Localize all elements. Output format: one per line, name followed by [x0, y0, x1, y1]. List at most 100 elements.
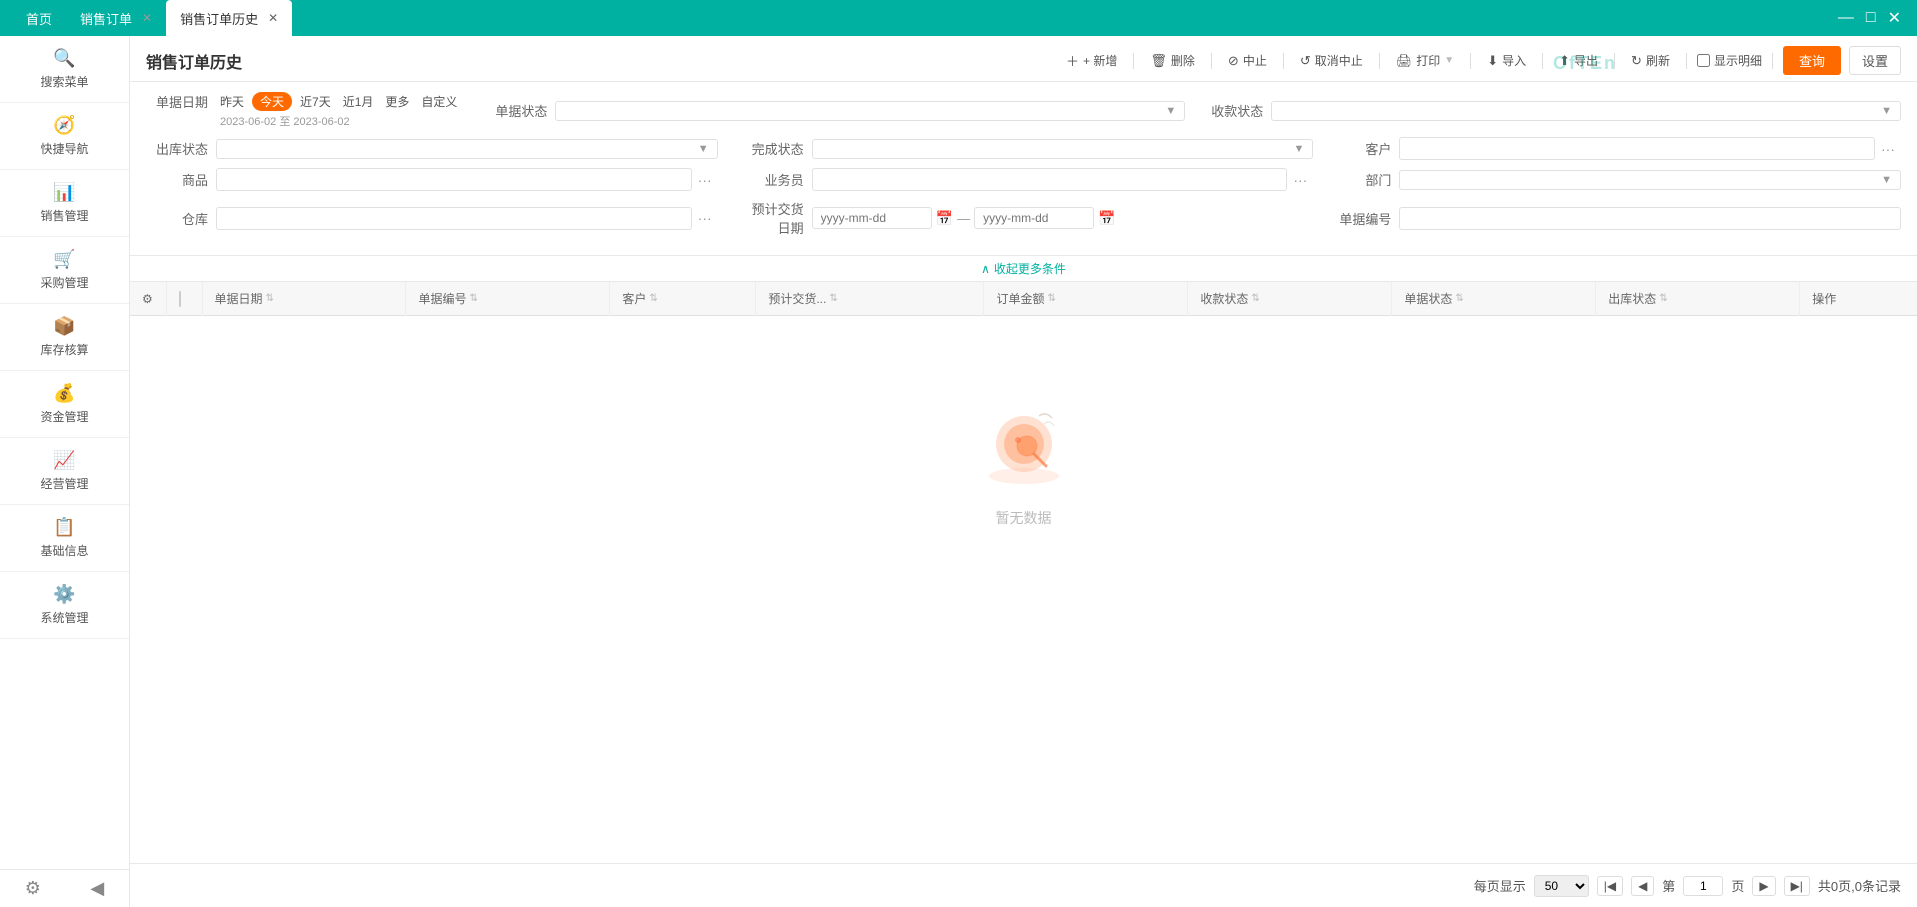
sidebar-item-quick-nav[interactable]: 🧭 快捷导航: [0, 103, 129, 170]
import-icon: ⬇: [1487, 53, 1498, 69]
warehouse-dots[interactable]: ···: [692, 210, 718, 226]
display-toggle[interactable]: 显示明细: [1697, 52, 1762, 69]
th-customer[interactable]: 客户 ⇅: [610, 282, 756, 316]
th-date[interactable]: 单据日期 ⇅: [202, 282, 406, 316]
table-settings-header[interactable]: ⚙: [130, 282, 166, 316]
sort-number-icon: ⇅: [469, 293, 477, 304]
calendar-from-icon[interactable]: 📅: [936, 210, 953, 227]
warehouse-input[interactable]: [216, 207, 692, 230]
out-status-select[interactable]: ▼: [216, 139, 718, 159]
next-page-button[interactable]: ▶: [1752, 876, 1775, 896]
th-payment-status[interactable]: 收款状态 ⇅: [1188, 282, 1392, 316]
sidebar-collapse-button[interactable]: ◀: [90, 878, 104, 899]
bill-status-arrow: ▼: [1165, 105, 1176, 117]
sidebar-item-finance[interactable]: 💰 资金管理: [0, 371, 129, 438]
bill-status-select[interactable]: ▼: [555, 101, 1185, 121]
calendar-to-icon[interactable]: 📅: [1098, 210, 1115, 227]
sidebar-item-operations[interactable]: 📈 经营管理: [0, 438, 129, 505]
payment-status-select[interactable]: ▼: [1271, 101, 1901, 121]
select-all-checkbox[interactable]: [179, 291, 181, 307]
settings-button[interactable]: 设置: [1849, 46, 1901, 75]
btn-more[interactable]: 更多: [381, 92, 413, 111]
sidebar-item-basic-info[interactable]: 📋 基础信息: [0, 505, 129, 572]
th-date-label: 单据日期: [215, 290, 263, 307]
complete-status-select[interactable]: ▼: [812, 139, 1314, 159]
print-icon: 🖨: [1396, 53, 1413, 69]
th-expected-date[interactable]: 预计交货... ⇅: [756, 282, 984, 316]
export-button[interactable]: ⬆ 导出: [1553, 48, 1604, 73]
tab-home[interactable]: 首页: [12, 0, 66, 36]
table-settings-icon: ⚙: [142, 292, 153, 306]
th-number[interactable]: 单据编号 ⇅: [406, 282, 610, 316]
customer-input[interactable]: [1399, 137, 1875, 160]
btn-custom[interactable]: 自定义: [417, 92, 461, 111]
maximize-button[interactable]: □: [1862, 5, 1880, 31]
first-page-button[interactable]: |◀: [1597, 876, 1623, 896]
sidebar-item-search-menu[interactable]: 🔍 搜索菜单: [0, 36, 129, 103]
prev-page-button[interactable]: ◀: [1631, 876, 1654, 896]
page-title: 销售订单历史: [146, 49, 242, 73]
payment-status-arrow: ▼: [1881, 105, 1892, 117]
btn-1month[interactable]: 近1月: [339, 92, 378, 111]
stop-button[interactable]: ⊘ 中止: [1222, 48, 1273, 73]
collapse-row[interactable]: ∧ 收起更多条件: [130, 256, 1917, 282]
sidebar-item-inventory[interactable]: 📦 库存核算: [0, 304, 129, 371]
minimize-button[interactable]: —: [1834, 5, 1858, 31]
sidebar-settings-button[interactable]: ⚙: [25, 878, 41, 899]
th-bill-status[interactable]: 单据状态 ⇅: [1392, 282, 1596, 316]
sidebar-item-system[interactable]: ⚙️ 系统管理: [0, 572, 129, 639]
department-select[interactable]: ▼: [1399, 170, 1901, 190]
out-status-label: 出库状态: [146, 139, 216, 158]
page-header: 销售订单历史 ＋ + 新增 🗑 删除 ⊘ 中止 ↺: [130, 36, 1917, 82]
btn-today[interactable]: 今天: [252, 92, 292, 111]
close-window-button[interactable]: ✕: [1884, 4, 1905, 32]
btn-yesterday[interactable]: 昨天: [216, 92, 248, 111]
display-checkbox[interactable]: [1697, 54, 1710, 67]
empty-text: 暂无数据: [996, 508, 1052, 528]
btn-7days[interactable]: 近7天: [296, 92, 335, 111]
sidebar-item-purchase[interactable]: 🛒 采购管理: [0, 237, 129, 304]
print-button[interactable]: 🖨 打印 ▼: [1390, 48, 1460, 73]
new-button[interactable]: ＋ + 新增: [1060, 47, 1123, 74]
product-dots[interactable]: ···: [692, 172, 718, 188]
last-page-button[interactable]: ▶|: [1784, 876, 1810, 896]
divider5: [1470, 53, 1471, 69]
customer-dots[interactable]: ···: [1875, 141, 1901, 157]
query-button[interactable]: 查询: [1783, 46, 1841, 75]
tab-sales-order[interactable]: 销售订单 ✕: [66, 0, 166, 36]
refresh-button[interactable]: ↻ 刷新: [1625, 48, 1676, 73]
system-icon: ⚙️: [53, 584, 75, 605]
payment-status-label: 收款状态: [1201, 101, 1271, 120]
total-label: 共0页,0条记录: [1818, 876, 1901, 895]
table-check-header[interactable]: [166, 282, 202, 316]
product-label: 商品: [146, 170, 216, 189]
expected-date-to[interactable]: [974, 207, 1094, 229]
delete-button[interactable]: 🗑 删除: [1144, 48, 1201, 73]
sidebar-item-sales[interactable]: 📊 销售管理: [0, 170, 129, 237]
page-input[interactable]: [1683, 876, 1723, 896]
close-sales-order-tab[interactable]: ✕: [142, 11, 152, 25]
cancel-stop-button[interactable]: ↺ 取消中止: [1294, 48, 1369, 73]
search-menu-icon: 🔍: [53, 48, 75, 69]
new-icon: ＋: [1066, 51, 1079, 70]
divider6: [1542, 53, 1543, 69]
th-amount[interactable]: 订单金额 ⇅: [984, 282, 1188, 316]
close-sales-history-tab[interactable]: ✕: [268, 11, 278, 25]
tab-sales-history[interactable]: 销售订单历史 ✕: [166, 0, 292, 36]
per-page-select[interactable]: 50 20 100 200: [1534, 875, 1589, 897]
department-label: 部门: [1329, 170, 1399, 189]
sidebar-label-quick-nav: 快捷导航: [40, 140, 88, 157]
salesperson-dots[interactable]: ···: [1287, 172, 1313, 188]
sidebar-label-system: 系统管理: [40, 609, 88, 626]
import-button[interactable]: ⬇ 导入: [1481, 48, 1532, 73]
salesperson-input[interactable]: [812, 168, 1288, 191]
page-suffix: 页: [1731, 876, 1744, 895]
bill-number-input[interactable]: [1399, 207, 1901, 230]
product-input[interactable]: [216, 168, 692, 191]
expected-date-from[interactable]: [812, 207, 932, 229]
date-label: 单据日期: [146, 92, 216, 111]
th-operation: 操作: [1800, 282, 1917, 316]
divider2: [1211, 53, 1212, 69]
th-out-status-label: 出库状态: [1608, 290, 1656, 307]
th-out-status[interactable]: 出库状态 ⇅: [1596, 282, 1800, 316]
